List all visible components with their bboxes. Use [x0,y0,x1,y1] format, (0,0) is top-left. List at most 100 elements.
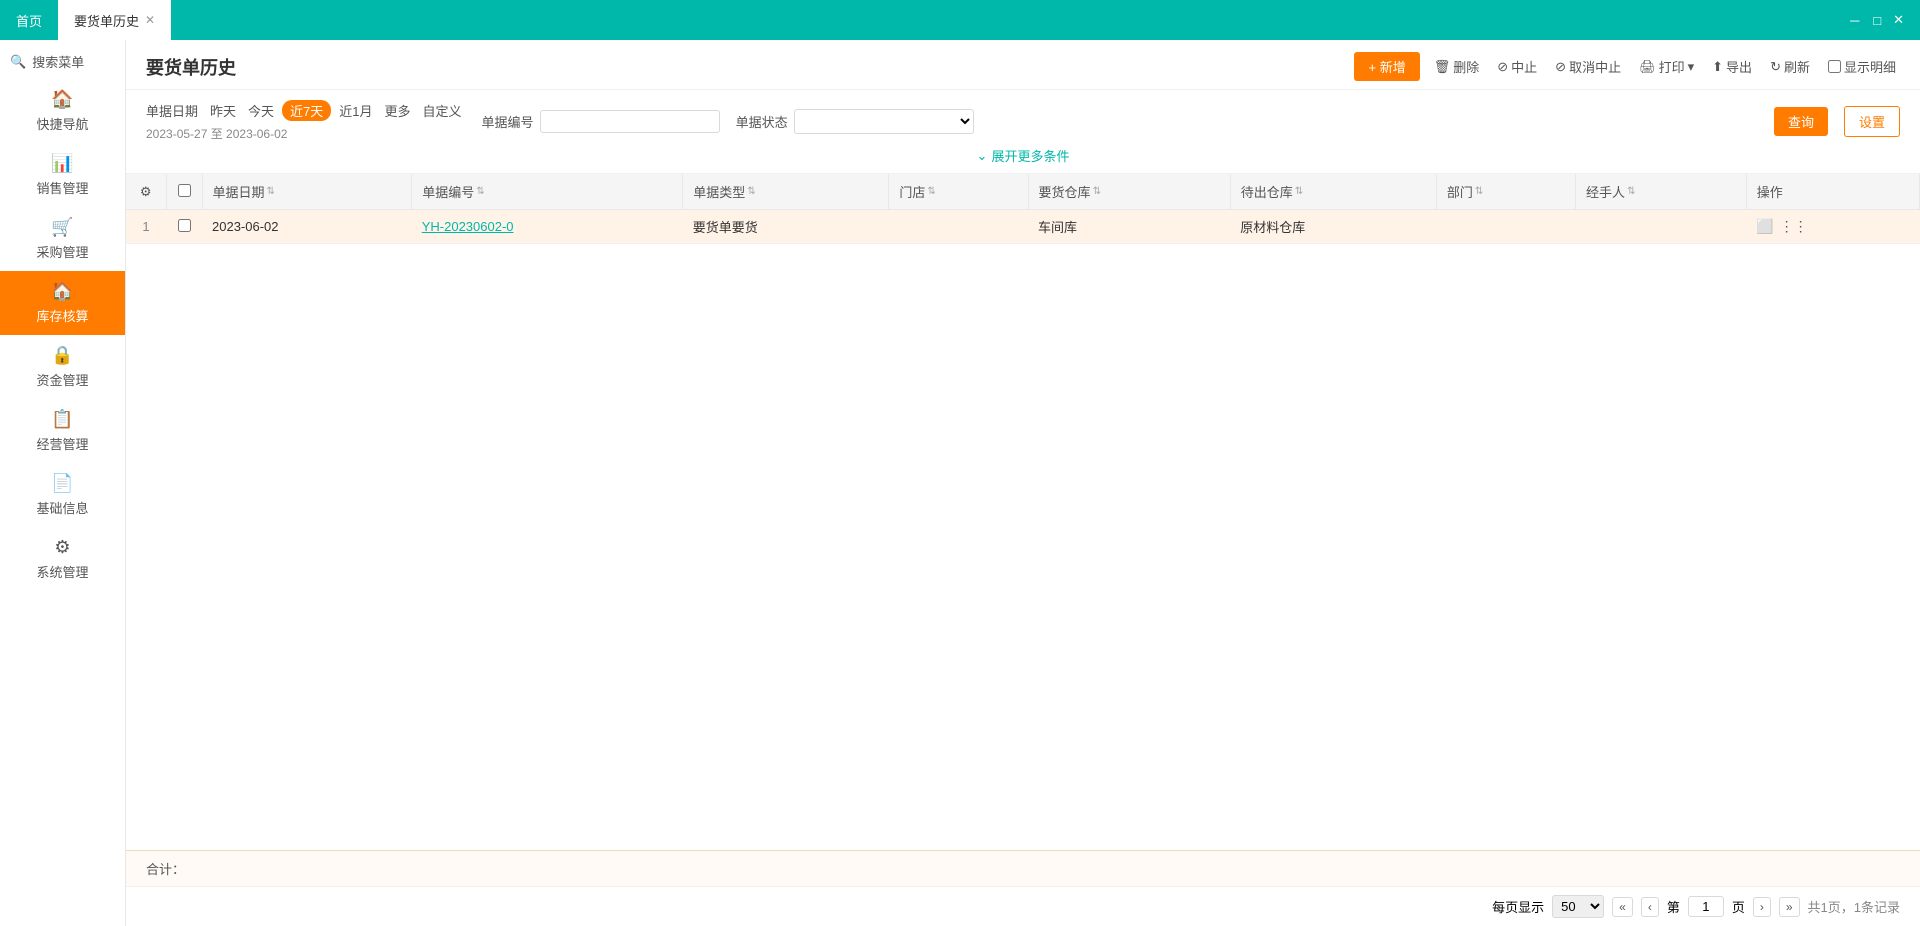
th-department: 部门 ⇅ [1436,174,1575,210]
sidebar-search[interactable]: 🔍 搜索菜单 [0,44,125,79]
prev-page-button[interactable]: ‹ [1641,897,1659,917]
last-page-button[interactable]: » [1779,897,1800,917]
th-checkbox [166,174,202,210]
base-info-icon: 📄 [51,473,73,494]
finance-icon: 🔒 [51,345,73,366]
main-table: ⚙ 单据日期 ⇅ 单据编号 [126,174,1920,244]
tab-close-icon[interactable]: ✕ [145,13,155,27]
system-icon: ⚙ [54,537,70,558]
sidebar-item-purchase[interactable]: 🛒 采购管理 [0,207,125,271]
th-settings[interactable]: ⚙ [126,174,166,210]
expand-more-btn[interactable]: ⌄ 展开更多条件 [146,146,1900,165]
tab-home[interactable]: 首页 [0,0,58,40]
date-filter-group: 单据日期 昨天 今天 近7天 近1月 更多 自定义 2023-05-27 至 2… [146,100,466,142]
order-no-label: 单据编号 [482,112,534,131]
cancel-stop-button[interactable]: ⊘ 取消中止 [1551,55,1625,78]
date-opt-last1month[interactable]: 近1月 [335,100,376,121]
delete-icon: 🗑 [1434,59,1451,75]
tab-order-history[interactable]: 要货单历史 ✕ [58,0,171,40]
table-footer: 合计： [126,850,1920,886]
stop-icon: ⊘ [1497,59,1508,75]
date-opt-last7days[interactable]: 近7天 [282,100,331,121]
date-opt-more[interactable]: 更多 [381,100,415,121]
settings-button[interactable]: 设置 [1844,106,1900,137]
sort-type-icon: ⇅ [747,186,755,197]
date-opt-today[interactable]: 今天 [244,100,278,121]
page-title: 要货单历史 [146,54,1354,80]
sidebar-item-quick-nav[interactable]: 🏠 快捷导航 [0,79,125,143]
page-unit: 页 [1732,897,1745,916]
top-bar: 首页 要货单历史 ✕ － □ ✕ [0,0,1920,40]
window-close-btn[interactable]: ✕ [1893,12,1904,28]
display-detail-input[interactable] [1828,60,1841,73]
select-all-checkbox[interactable] [178,184,191,197]
order-no-filter: 单据编号 [482,110,720,133]
toolbar: + 新增 🗑 删除 ⊘ 中止 ⊘ 取消中止 🖨 打印 ▾ [1354,52,1900,81]
order-no-input[interactable] [540,110,720,133]
row-date: 2023-06-02 [202,210,412,244]
sort-no-icon: ⇅ [476,186,484,197]
table-row[interactable]: 1 2023-06-02 YH-20230602-0 要货单要货 车间库 原材料… [126,210,1920,244]
sort-req-warehouse-icon: ⇅ [1093,186,1101,197]
sidebar-item-sales[interactable]: 📊 销售管理 [0,143,125,207]
date-opt-yesterday[interactable]: 昨天 [206,100,240,121]
sidebar-item-inventory[interactable]: 🏠 库存核算 [0,271,125,335]
delete-button[interactable]: 🗑 删除 [1430,55,1484,78]
row-select-checkbox[interactable] [178,219,191,232]
row-edit-icon[interactable]: ⬜ [1756,218,1773,235]
page-label: 第 [1667,897,1680,916]
export-button[interactable]: ⬆ 导出 [1708,55,1756,78]
date-range-display: 2023-05-27 至 2023-06-02 [146,125,466,142]
sort-handler-icon: ⇅ [1627,186,1635,197]
date-options: 昨天 今天 近7天 近1月 更多 自定义 [206,100,466,121]
stop-button[interactable]: ⊘ 中止 [1493,55,1541,78]
row-more-icon[interactable]: ⋮⋮ [1780,218,1808,235]
page-header: 要货单历史 + 新增 🗑 删除 ⊘ 中止 ⊘ 取消中止 🖨 打印 [126,40,1920,90]
table-header: ⚙ 单据日期 ⇅ 单据编号 [126,174,1920,210]
th-date: 单据日期 ⇅ [202,174,412,210]
sidebar-item-operations[interactable]: 📋 经营管理 [0,399,125,463]
status-label: 单据状态 [736,112,788,131]
next-page-button[interactable]: › [1753,897,1771,917]
pagination-bar: 每页显示 50 10 20 100 « ‹ 第 1 页 › » 共1页，1条记录 [126,886,1920,926]
sidebar-item-base-info[interactable]: 📄 基础信息 [0,463,125,527]
main-layout: 🔍 搜索菜单 🏠 快捷导航 📊 销售管理 🛒 采购管理 🏠 库存核算 🔒 资金管… [0,40,1920,926]
export-icon: ⬆ [1712,59,1723,75]
date-filter-label: 单据日期 [146,101,198,120]
filter-bar: 单据日期 昨天 今天 近7天 近1月 更多 自定义 2023-05-27 至 2… [126,90,1920,174]
row-index: 1 [126,210,166,244]
th-pending-warehouse: 待出仓库 ⇅ [1230,174,1436,210]
sidebar: 🔍 搜索菜单 🏠 快捷导航 📊 销售管理 🛒 采购管理 🏠 库存核算 🔒 资金管… [0,40,126,926]
display-detail-checkbox[interactable]: 显示明细 [1824,55,1900,78]
status-select[interactable] [794,109,974,134]
date-opt-custom[interactable]: 自定义 [419,100,466,121]
sort-pending-warehouse-icon: ⇅ [1295,186,1303,197]
tab-bar: 首页 要货单历史 ✕ [0,0,171,40]
home-icon: 🏠 [51,89,73,110]
window-minimize-btn[interactable]: － [1848,11,1861,30]
row-no[interactable]: YH-20230602-0 [412,210,683,244]
sort-store-icon: ⇅ [927,186,935,197]
th-type: 单据类型 ⇅ [683,174,889,210]
window-maximize-btn[interactable]: □ [1873,13,1881,28]
table-container: ⚙ 单据日期 ⇅ 单据编号 [126,174,1920,850]
inventory-icon: 🏠 [51,281,73,302]
operations-icon: 📋 [51,409,73,430]
purchase-icon: 🛒 [51,217,73,238]
print-icon: 🖨 [1639,59,1656,75]
search-icon: 🔍 [10,54,26,70]
new-button[interactable]: + 新增 [1354,52,1419,81]
per-page-select[interactable]: 50 10 20 100 [1552,895,1604,918]
table-body: 1 2023-06-02 YH-20230602-0 要货单要货 车间库 原材料… [126,210,1920,244]
row-department [1436,210,1575,244]
refresh-button[interactable]: ↻ 刷新 [1766,55,1814,78]
sidebar-item-finance[interactable]: 🔒 资金管理 [0,335,125,399]
print-button[interactable]: 🖨 打印 ▾ [1635,55,1698,78]
cancel-stop-icon: ⊘ [1555,59,1566,75]
row-pending-warehouse: 原材料仓库 [1230,210,1436,244]
first-page-button[interactable]: « [1612,897,1633,917]
query-button[interactable]: 查询 [1774,107,1828,136]
row-handler [1576,210,1747,244]
page-input[interactable]: 1 [1688,896,1724,917]
sidebar-item-system[interactable]: ⚙ 系统管理 [0,527,125,591]
